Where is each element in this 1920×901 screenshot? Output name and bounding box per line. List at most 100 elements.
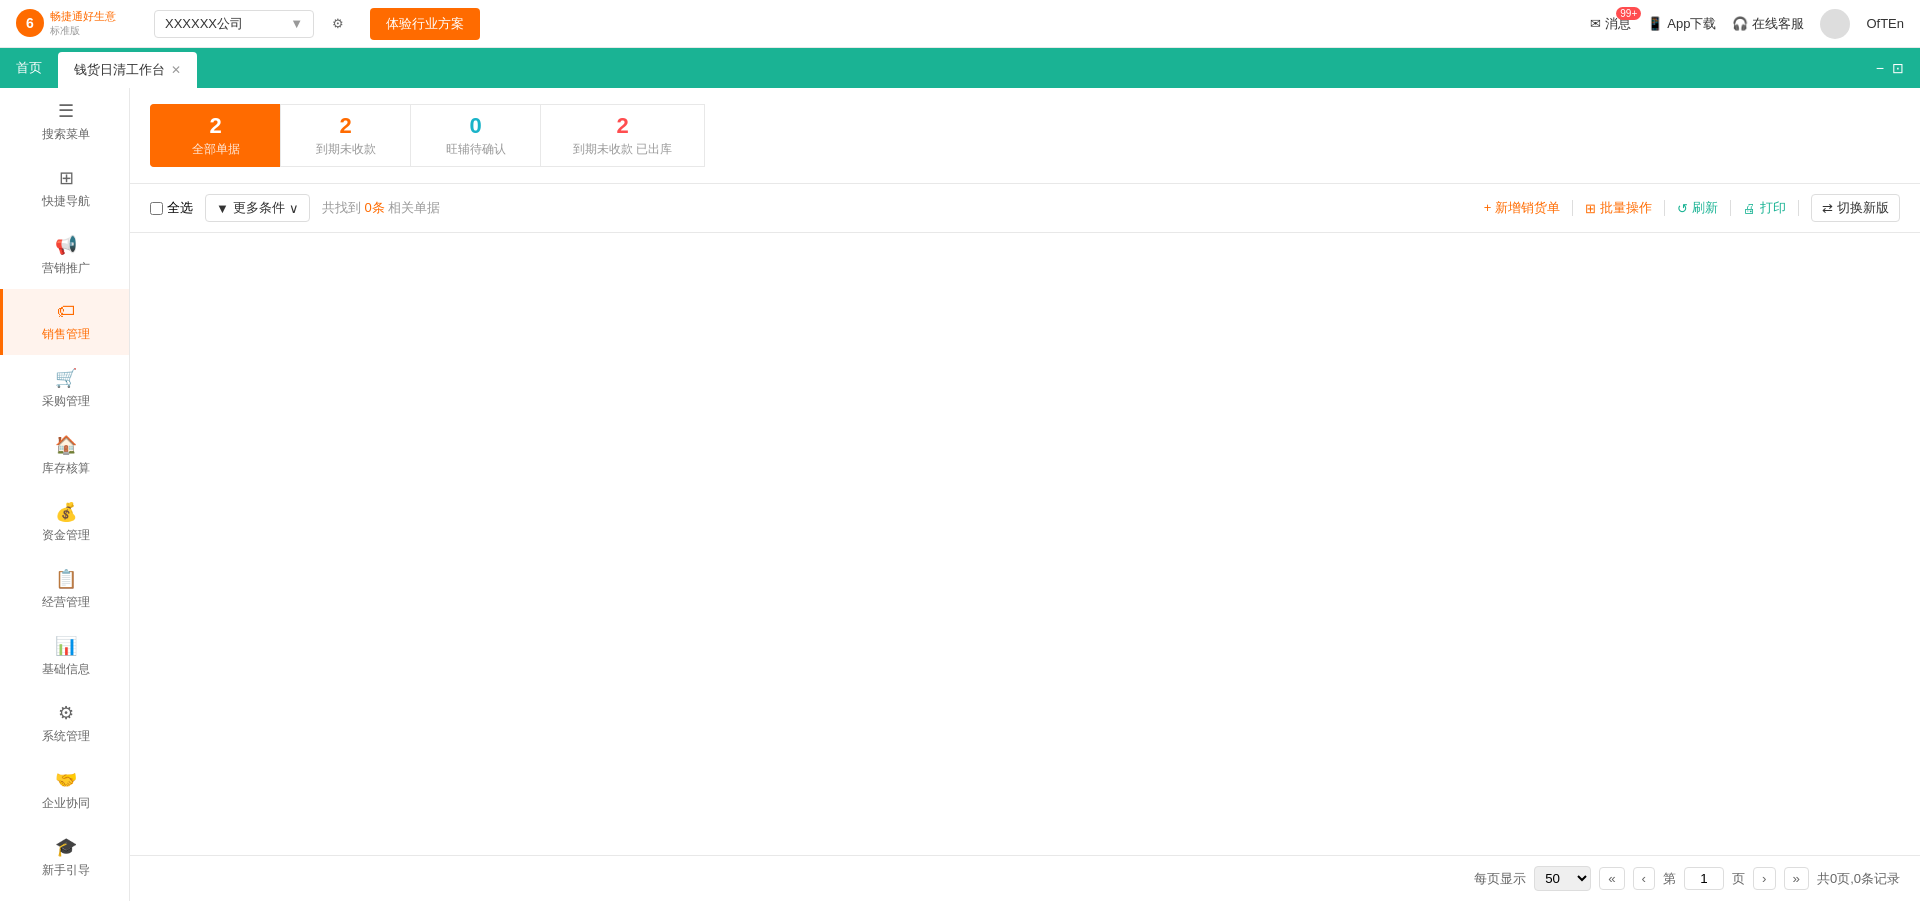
- sidebar-item-operations[interactable]: 📋 经营管理: [0, 556, 129, 623]
- divider: [1572, 200, 1573, 216]
- top-header: 6 畅捷通好生意 标准版 XXXXXX公司 ▼ ⚙ 体验行业方案 ✉ 消息 99…: [0, 0, 1920, 48]
- tab-home-label: 首页: [16, 59, 42, 77]
- select-all-label: 全选: [167, 199, 193, 217]
- settings-icon[interactable]: ⚙: [322, 8, 354, 40]
- sidebar-item-label: 新手引导: [42, 862, 90, 879]
- batch-icon: ⊞: [1585, 201, 1596, 216]
- tab-close-icon[interactable]: ✕: [171, 63, 181, 77]
- switch-label: 切换新版: [1837, 199, 1889, 217]
- stat-label-shipped: 到期未收款 已出库: [573, 141, 672, 158]
- sidebar-item-label: 营销推广: [42, 260, 90, 277]
- company-select[interactable]: XXXXXX公司 ▼: [154, 10, 314, 38]
- tab-home[interactable]: 首页: [0, 48, 58, 88]
- switch-version-button[interactable]: ⇄ 切换新版: [1811, 194, 1900, 222]
- batch-operation-button[interactable]: ⊞ 批量操作: [1585, 199, 1652, 217]
- logo-sub: 标准版: [50, 24, 116, 38]
- header-right: ✉ 消息 99+ 📱 App下载 🎧 在线客服 OfTEn: [1590, 9, 1904, 39]
- filter-arrow-icon: ∨: [289, 201, 299, 216]
- prev-page-button[interactable]: ‹: [1633, 867, 1655, 890]
- filter-label: 更多条件: [233, 199, 285, 217]
- stat-num-shipped: 2: [617, 113, 629, 139]
- per-page-select[interactable]: 50 20 100: [1534, 866, 1591, 891]
- select-all-checkbox[interactable]: 全选: [150, 199, 193, 217]
- tab-workbench[interactable]: 钱货日清工作台 ✕: [58, 52, 197, 88]
- page-total: 共0页,0条记录: [1817, 870, 1900, 888]
- avatar[interactable]: [1820, 9, 1850, 39]
- tab-expand-area: − ⊡: [1860, 56, 1920, 80]
- divider3: [1730, 200, 1731, 216]
- sidebar: ☰ 搜索菜单 ⊞ 快捷导航 📢 营销推广 🏷 销售管理 🛒 采购管理 🏠 库存核…: [0, 88, 130, 901]
- stat-label-pending: 旺辅待确认: [446, 141, 506, 158]
- sidebar-item-label: 搜索菜单: [42, 126, 90, 143]
- new-sale-order-button[interactable]: + 新增销货单: [1484, 199, 1560, 217]
- purchase-icon: 🛒: [55, 367, 77, 389]
- company-name: XXXXXX公司: [165, 15, 282, 33]
- page-number-input[interactable]: [1684, 867, 1724, 890]
- count-prefix: 共找到: [322, 200, 361, 215]
- switch-icon: ⇄: [1822, 201, 1833, 216]
- next-page-button[interactable]: ›: [1753, 867, 1775, 890]
- sidebar-item-purchase[interactable]: 🛒 采购管理: [0, 355, 129, 422]
- workbench-header: 2 全部单据 2 到期未收款 0 旺辅待确认 2 到期未收款 已出库: [130, 88, 1920, 184]
- last-page-button[interactable]: »: [1784, 867, 1809, 890]
- sidebar-item-finance[interactable]: 💰 资金管理: [0, 489, 129, 556]
- sidebar-item-inventory[interactable]: 🏠 库存核算: [0, 422, 129, 489]
- search-menu-icon: ☰: [58, 100, 74, 122]
- sidebar-item-nav[interactable]: ⊞ 快捷导航: [0, 155, 129, 222]
- refresh-button[interactable]: ↺ 刷新: [1677, 199, 1718, 217]
- app-download-button[interactable]: 📱 App下载: [1647, 15, 1716, 33]
- count-num: 0条: [365, 200, 385, 215]
- stat-tab-shipped[interactable]: 2 到期未收款 已出库: [540, 104, 705, 167]
- stat-tab-pending[interactable]: 0 旺辅待确认: [410, 104, 540, 167]
- toolbar: 全选 ▼ 更多条件 ∨ 共找到 0条 相关单据 + 新增销货单 ⊞ 批量操作: [130, 184, 1920, 233]
- filter-button[interactable]: ▼ 更多条件 ∨: [205, 194, 310, 222]
- refresh-label: 刷新: [1692, 199, 1718, 217]
- user-name[interactable]: OfTEn: [1866, 16, 1904, 31]
- page-label: 第: [1663, 870, 1676, 888]
- toolbar-right: + 新增销货单 ⊞ 批量操作 ↺ 刷新 🖨 打印 ⇄: [1484, 194, 1900, 222]
- logo-icon: 6: [16, 9, 44, 37]
- service-label: 在线客服: [1752, 15, 1804, 33]
- sidebar-item-sales[interactable]: 🏷 销售管理: [0, 289, 129, 355]
- enterprise-icon: 🤝: [55, 769, 77, 791]
- sidebar-item-marketing[interactable]: 📢 营销推广: [0, 222, 129, 289]
- tab-maximize-button[interactable]: ⊡: [1888, 56, 1908, 80]
- sidebar-item-label: 资金管理: [42, 527, 90, 544]
- refresh-icon: ↺: [1677, 201, 1688, 216]
- stat-num-pending: 0: [469, 113, 481, 139]
- sidebar-item-label: 系统管理: [42, 728, 90, 745]
- content-area: 2 全部单据 2 到期未收款 0 旺辅待确认 2 到期未收款 已出库: [130, 88, 1920, 901]
- message-button[interactable]: ✉ 消息 99+: [1590, 15, 1631, 33]
- sidebar-item-label: 企业协同: [42, 795, 90, 812]
- chevron-down-icon: ▼: [290, 16, 303, 31]
- sales-icon: 🏷: [57, 301, 75, 322]
- sidebar-item-label: 快捷导航: [42, 193, 90, 210]
- tab-minimize-button[interactable]: −: [1872, 56, 1888, 80]
- logo-area: 6 畅捷通好生意 标准版: [16, 9, 146, 37]
- stat-tab-overdue[interactable]: 2 到期未收款: [280, 104, 410, 167]
- sidebar-item-label: 销售管理: [42, 326, 90, 343]
- sidebar-item-enterprise[interactable]: 🤝 企业协同: [0, 757, 129, 824]
- batch-label: 批量操作: [1600, 199, 1652, 217]
- stat-num-overdue: 2: [339, 113, 351, 139]
- print-button[interactable]: 🖨 打印: [1743, 199, 1786, 217]
- print-icon: 🖨: [1743, 201, 1756, 216]
- sidebar-item-guide[interactable]: 🎓 新手引导: [0, 824, 129, 891]
- basic-info-icon: 📊: [55, 635, 77, 657]
- select-all-input[interactable]: [150, 202, 163, 215]
- sidebar-item-system[interactable]: ⚙ 系统管理: [0, 690, 129, 757]
- sidebar-item-basic-info[interactable]: 📊 基础信息: [0, 623, 129, 690]
- trial-button[interactable]: 体验行业方案: [370, 8, 480, 40]
- stat-tab-all[interactable]: 2 全部单据: [150, 104, 280, 167]
- sidebar-item-label: 库存核算: [42, 460, 90, 477]
- nav-icon: ⊞: [59, 167, 74, 189]
- page-suffix: 页: [1732, 870, 1745, 888]
- guide-icon: 🎓: [55, 836, 77, 858]
- online-service-button[interactable]: 🎧 在线客服: [1732, 15, 1804, 33]
- divider4: [1798, 200, 1799, 216]
- first-page-button[interactable]: «: [1599, 867, 1624, 890]
- message-icon: ✉: [1590, 16, 1601, 31]
- count-text: 共找到 0条 相关单据: [322, 199, 440, 217]
- sidebar-item-apps[interactable]: 📦 应用中心: [0, 891, 129, 901]
- sidebar-item-search[interactable]: ☰ 搜索菜单: [0, 88, 129, 155]
